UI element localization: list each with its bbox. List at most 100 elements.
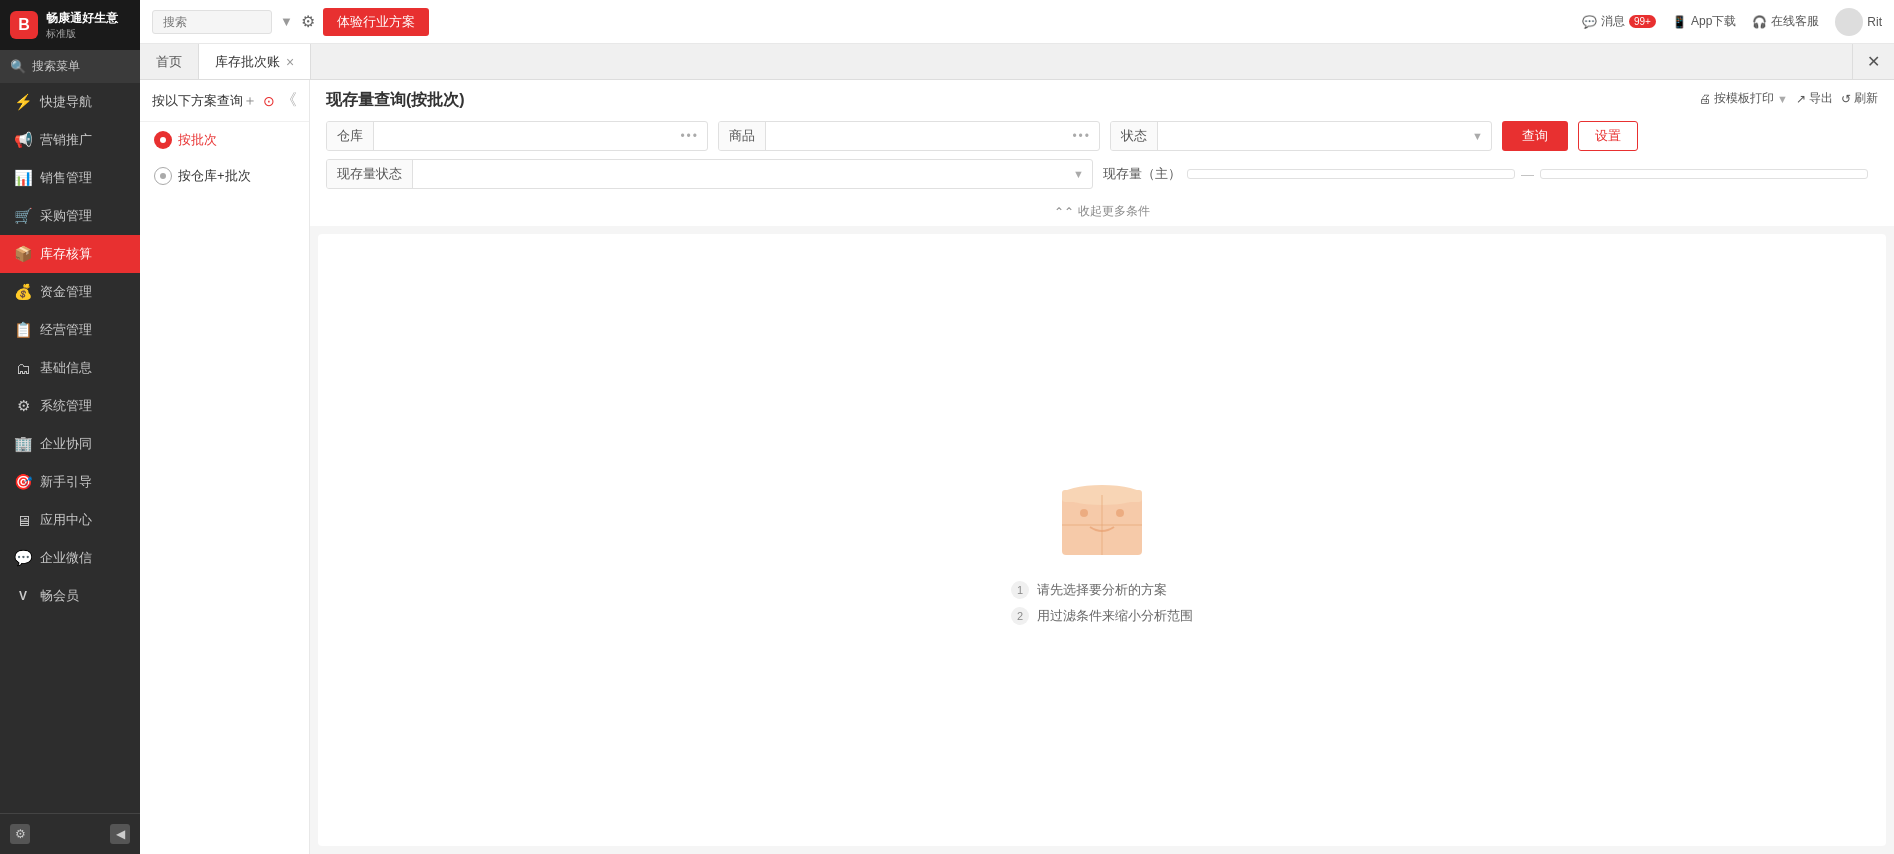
sidebar-item-inventory[interactable]: 📦 库存核算 — [0, 235, 140, 273]
query-button[interactable]: 查询 — [1502, 121, 1568, 151]
status-field-label: 状态 — [1111, 122, 1158, 150]
inventory-status-select[interactable]: ▼ — [413, 163, 1092, 185]
enterprise-icon: 🏢 — [14, 435, 32, 453]
sidebar-item-guide[interactable]: 🎯 新手引导 — [0, 463, 140, 501]
hint-1-text: 请先选择要分析的方案 — [1037, 581, 1167, 599]
topbar-search-input[interactable] — [152, 10, 272, 34]
sidebar-item-finance[interactable]: 💰 资金管理 — [0, 273, 140, 311]
plan-inactive-icon — [154, 167, 172, 185]
product-input[interactable]: ••• — [766, 124, 1099, 148]
sidebar-item-sales[interactable]: 📊 销售管理 — [0, 159, 140, 197]
sidebar-item-label: 企业微信 — [40, 549, 92, 567]
user-profile-action[interactable]: Rit — [1835, 8, 1882, 36]
sidebar-item-system[interactable]: ⚙ 系统管理 — [0, 387, 140, 425]
trial-industry-button[interactable]: 体验行业方案 — [323, 8, 429, 36]
status-select[interactable]: ▼ — [1158, 125, 1491, 147]
app-edition: 标准版 — [46, 27, 118, 41]
tab-inventory-batch-label: 库存批次账 — [215, 53, 280, 71]
svg-point-7 — [1080, 509, 1088, 517]
sidebar-item-label: 资金管理 — [40, 283, 92, 301]
main-area: ▼ ⚙ 体验行业方案 💬 消息 99+ 📱 App下载 🎧 在线客服 Rit — [140, 0, 1894, 854]
online-service-action[interactable]: 🎧 在线客服 — [1752, 13, 1819, 30]
sidebar-header: B 畅康通好生意 标准版 — [0, 0, 140, 50]
settings-plan-icon[interactable]: ⊙ — [263, 93, 275, 109]
plan-label-by-batch: 按批次 — [178, 131, 217, 149]
svg-point-8 — [1116, 509, 1124, 517]
inventory-status-dropdown-icon: ▼ — [1073, 168, 1084, 180]
export-action[interactable]: ↗ 导出 — [1796, 90, 1833, 107]
basic-icon: 🗂 — [14, 360, 32, 377]
sidebar-item-enterprise[interactable]: 🏢 企业协同 — [0, 425, 140, 463]
app-title-block: 畅康通好生意 标准版 — [46, 10, 118, 41]
settings-footer-btn[interactable]: ⚙ — [10, 824, 30, 844]
status-dropdown-icon: ▼ — [1472, 130, 1483, 142]
warehouse-more-icon: ••• — [680, 129, 699, 143]
tab-home[interactable]: 首页 — [140, 44, 199, 79]
user-name-label: Rit — [1867, 15, 1882, 29]
tab-close-icon[interactable]: × — [286, 55, 294, 69]
sidebar-item-label: 应用中心 — [40, 511, 92, 529]
message-badge: 99+ — [1629, 15, 1656, 28]
sidebar-item-quick-nav[interactable]: ⚡ 快捷导航 — [0, 83, 140, 121]
sidebar-item-label: 采购管理 — [40, 207, 92, 225]
settings-button[interactable]: 设置 — [1578, 121, 1638, 151]
svg-point-1 — [160, 173, 166, 179]
sidebar-item-marketing[interactable]: 📢 营销推广 — [0, 121, 140, 159]
refresh-label: 刷新 — [1854, 90, 1878, 107]
refresh-action[interactable]: ↺ 刷新 — [1841, 90, 1878, 107]
product-field-label: 商品 — [719, 122, 766, 150]
messages-action[interactable]: 💬 消息 99+ — [1582, 13, 1656, 30]
sidebar-item-label: 销售管理 — [40, 169, 92, 187]
sidebar-item-label: 经营管理 — [40, 321, 92, 339]
add-plan-icon[interactable]: ＋ — [243, 92, 257, 110]
sidebar-footer: ⚙ ◀ — [0, 813, 140, 854]
refresh-icon: ↺ — [1841, 92, 1851, 106]
marketing-icon: 📢 — [14, 131, 32, 149]
sidebar-item-purchase[interactable]: 🛒 采购管理 — [0, 197, 140, 235]
sidebar-item-basic[interactable]: 🗂 基础信息 — [0, 349, 140, 387]
svg-point-0 — [160, 137, 166, 143]
inventory-qty-label: 现存量（主） — [1103, 165, 1181, 183]
topbar-left: ▼ ⚙ 体验行业方案 — [152, 8, 429, 36]
topbar: ▼ ⚙ 体验行业方案 💬 消息 99+ 📱 App下载 🎧 在线客服 Rit — [140, 0, 1894, 44]
sidebar-item-business[interactable]: 📋 经营管理 — [0, 311, 140, 349]
tab-main-close-button[interactable]: ✕ — [1852, 44, 1894, 79]
sidebar-nav-list: ⚡ 快捷导航 📢 营销推广 📊 销售管理 🛒 采购管理 📦 库存核算 💰 资金管… — [0, 83, 140, 813]
topbar-dropdown-arrow[interactable]: ▼ — [280, 14, 293, 29]
sidebar-item-label: 企业协同 — [40, 435, 92, 453]
business-icon: 📋 — [14, 321, 32, 339]
finance-icon: 💰 — [14, 283, 32, 301]
export-label: 导出 — [1809, 90, 1833, 107]
wechat-icon: 💬 — [14, 549, 32, 567]
print-icon: 🖨 — [1699, 92, 1711, 106]
right-panel: 现存量查询(按批次) 🖨 按模板打印 ▼ ↗ 导出 ↺ 刷新 — [310, 80, 1894, 854]
plan-item-by-batch[interactable]: 按批次 — [140, 122, 309, 158]
app-logo: B — [10, 11, 38, 39]
warehouse-input[interactable]: ••• — [374, 124, 707, 148]
print-action[interactable]: 🖨 按模板打印 ▼ — [1699, 90, 1788, 107]
tab-inventory-batch[interactable]: 库存批次账 × — [199, 44, 311, 79]
sidebar-item-member[interactable]: V 畅会员 — [0, 577, 140, 615]
sidebar-item-label: 营销推广 — [40, 131, 92, 149]
search-icon: 🔍 — [10, 59, 26, 74]
left-panel-header-actions: ＋ ⊙ 《 — [243, 90, 297, 111]
collapse-more-button[interactable]: ⌃⌃ 收起更多条件 — [326, 197, 1878, 226]
sidebar-item-appstore[interactable]: 🖥 应用中心 — [0, 501, 140, 539]
inventory-qty-to[interactable] — [1540, 169, 1868, 179]
inventory-status-label: 现存量状态 — [327, 160, 413, 188]
collapse-left-panel-icon[interactable]: 《 — [281, 90, 297, 111]
inventory-qty-from[interactable] — [1187, 169, 1515, 179]
sidebar: B 畅康通好生意 标准版 🔍 搜索菜单 ⚡ 快捷导航 📢 营销推广 📊 销售管理… — [0, 0, 140, 854]
print-dropdown-icon[interactable]: ▼ — [1777, 93, 1788, 105]
sidebar-search[interactable]: 🔍 搜索菜单 — [0, 50, 140, 83]
sidebar-item-label: 库存核算 — [40, 245, 92, 263]
product-more-icon: ••• — [1072, 129, 1091, 143]
collapse-sidebar-btn[interactable]: ◀ — [110, 824, 130, 844]
topbar-settings-icon[interactable]: ⚙ — [301, 12, 315, 31]
collapse-more-label: 收起更多条件 — [1078, 203, 1150, 220]
sidebar-item-wechat[interactable]: 💬 企业微信 — [0, 539, 140, 577]
plan-item-by-warehouse-batch[interactable]: 按仓库+批次 — [140, 158, 309, 194]
quick-nav-icon: ⚡ — [14, 93, 32, 111]
app-download-action[interactable]: 📱 App下载 — [1672, 13, 1736, 30]
inventory-icon: 📦 — [14, 245, 32, 263]
